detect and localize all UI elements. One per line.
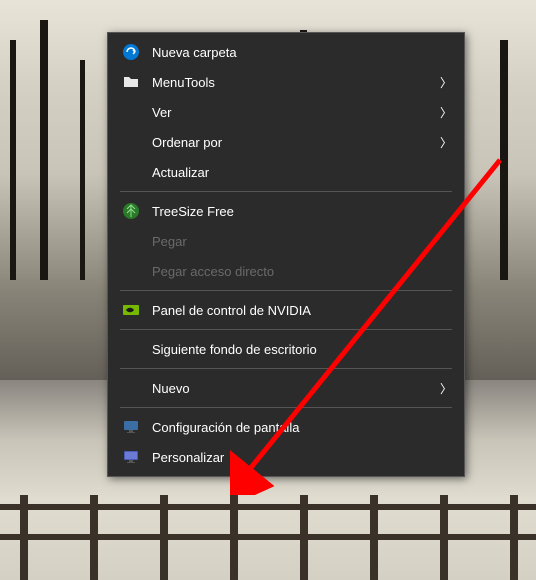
menu-item-treesize[interactable]: TreeSize Free [108, 196, 464, 226]
menu-label: Siguiente fondo de escritorio [152, 342, 317, 357]
menu-item-ver[interactable]: Ver 〉 [108, 97, 464, 127]
sync-icon [120, 41, 142, 63]
menu-item-actualizar[interactable]: Actualizar [108, 157, 464, 187]
menu-item-pegar-acceso-directo: Pegar acceso directo [108, 256, 464, 286]
menu-item-siguiente-fondo[interactable]: Siguiente fondo de escritorio [108, 334, 464, 364]
menu-item-personalizar[interactable]: Personalizar [108, 442, 464, 472]
menu-label: Pegar [152, 234, 187, 249]
monitor-icon [120, 416, 142, 438]
context-menu: Nueva carpeta MenuTools 〉 Ver 〉 Ordenar … [107, 32, 465, 477]
separator [120, 290, 452, 291]
menu-label: TreeSize Free [152, 204, 234, 219]
menu-item-menutools[interactable]: MenuTools 〉 [108, 67, 464, 97]
separator [120, 329, 452, 330]
menu-label: MenuTools [152, 75, 215, 90]
menu-label: Ordenar por [152, 135, 222, 150]
menu-item-nueva-carpeta[interactable]: Nueva carpeta [108, 37, 464, 67]
treesize-icon [120, 200, 142, 222]
menu-label: Nuevo [152, 381, 190, 396]
menu-label: Ver [152, 105, 172, 120]
chevron-right-icon: 〉 [440, 134, 452, 151]
menu-label: Actualizar [152, 165, 209, 180]
menu-label: Nueva carpeta [152, 45, 237, 60]
menu-item-nvidia[interactable]: Panel de control de NVIDIA [108, 295, 464, 325]
menu-item-ordenar-por[interactable]: Ordenar por 〉 [108, 127, 464, 157]
separator [120, 407, 452, 408]
menu-label: Panel de control de NVIDIA [152, 303, 311, 318]
menu-item-configuracion-pantalla[interactable]: Configuración de pantalla [108, 412, 464, 442]
chevron-right-icon: 〉 [440, 380, 452, 397]
menu-item-nuevo[interactable]: Nuevo 〉 [108, 373, 464, 403]
chevron-right-icon: 〉 [440, 74, 452, 91]
menu-item-pegar: Pegar [108, 226, 464, 256]
personalize-icon [120, 446, 142, 468]
separator [120, 191, 452, 192]
folder-icon [120, 71, 142, 93]
menu-label: Pegar acceso directo [152, 264, 274, 279]
menu-label: Configuración de pantalla [152, 420, 299, 435]
chevron-right-icon: 〉 [440, 104, 452, 121]
separator [120, 368, 452, 369]
menu-label: Personalizar [152, 450, 224, 465]
nvidia-icon [120, 299, 142, 321]
